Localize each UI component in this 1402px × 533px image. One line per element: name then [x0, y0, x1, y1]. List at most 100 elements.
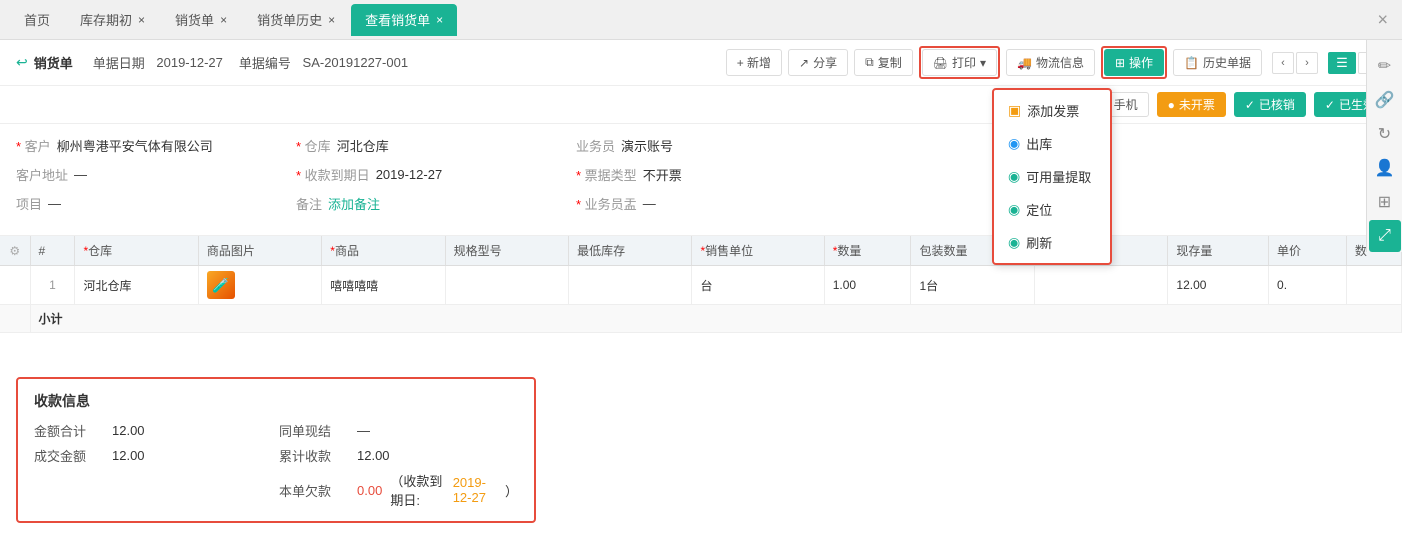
th-warehouse: *仓库 [75, 236, 198, 266]
main-area: ↩ 销货单 单据日期 2019-12-27 单据编号 SA-20191227-0… [0, 40, 1402, 533]
table-subtotal-row: 小计 [0, 305, 1402, 333]
ticket-value: 不开票 [643, 165, 682, 184]
tab-inventory[interactable]: 库存期初 × [66, 4, 159, 36]
td-num: 1 [30, 266, 75, 305]
confirmed-label: 已核销 [1259, 96, 1295, 113]
doc-number-label: 单据编号 SA-20191227-001 [239, 53, 408, 72]
user-icon[interactable]: 👤 [1369, 152, 1401, 184]
logistics-button[interactable]: 🚚 物流信息 [1006, 49, 1095, 76]
form-row-3: 项目 — 备注 添加备注 业务员盂 — [16, 194, 1386, 213]
print-dropdown-icon: ▾ [980, 56, 986, 70]
payment-owed-row: 本单欠款 0.00 （收款到期日: 2019-12-27 ） [279, 471, 518, 509]
dropdown-menu: ▣ 添加发票 ◉ 出库 ◉ 可用量提取 ◉ 定位 ◉ 刷新 [992, 88, 1112, 265]
remark-field: 备注 添加备注 [296, 194, 556, 213]
payment-grid: 金额合计 12.00 成交金额 12.00 同单现结 — 累计收款 [34, 421, 518, 509]
payment-same-order-label: 同单现结 [279, 421, 349, 440]
td-product: 嘻嘻嘻嘻 [322, 266, 445, 305]
new-button-label: + 新增 [737, 54, 771, 71]
tab-sales-order-close[interactable]: × [220, 13, 227, 27]
ops-button-label: 操作 [1129, 54, 1153, 71]
share-button[interactable]: ↗ 分享 [788, 49, 848, 76]
not-open-button[interactable]: ● 未开票 [1157, 92, 1226, 117]
tab-sales-history[interactable]: 销货单历史 × [243, 4, 349, 36]
payment-total-row: 金额合计 12.00 [34, 421, 273, 440]
payment-date-field: 收款到期日 2019-12-27 [296, 165, 556, 184]
sub-toolbar: 📱 来自手机 ● 未开票 ✓ 已核销 ✓ 已生效 [0, 86, 1402, 124]
project-value: — [48, 196, 61, 211]
dropdown-out-warehouse[interactable]: ◉ 出库 [994, 127, 1110, 160]
ops-button[interactable]: ⊞ 操作 [1104, 49, 1164, 76]
link-icon[interactable]: 🔗 [1369, 84, 1401, 116]
ops-btn-wrap: ⊞ 操作 [1101, 46, 1167, 79]
tab-view-sales[interactable]: 查看销货单 × [351, 4, 457, 36]
expand-icon[interactable]: ⤢ [1369, 220, 1401, 252]
share-icon: ↗ [799, 56, 809, 70]
address-label: 客户地址 [16, 165, 68, 184]
new-button[interactable]: + 新增 [726, 49, 782, 76]
window-close-icon[interactable]: × [1377, 9, 1388, 30]
project-label: 项目 [16, 194, 42, 213]
td-min-stock [569, 266, 692, 305]
payment-owed-note: （收款到期日: [390, 471, 444, 509]
dropdown-refresh[interactable]: ◉ 刷新 [994, 226, 1110, 259]
logistics-icon: 🚚 [1017, 56, 1032, 70]
out-warehouse-icon: ◉ [1008, 135, 1020, 152]
tab-inventory-close[interactable]: × [138, 13, 145, 27]
history-button[interactable]: 📋 历史单据 [1173, 49, 1262, 76]
doc-date-value: 2019-12-27 [156, 55, 223, 70]
staff2-field: 业务员盂 — [576, 194, 836, 213]
th-product-img: 商品图片 [198, 236, 321, 266]
td-gear [0, 266, 30, 305]
remark-label: 备注 [296, 194, 322, 213]
print-btn-highlight: 🖨 打印 ▾ [919, 46, 1000, 79]
dropdown-locate[interactable]: ◉ 定位 [994, 193, 1110, 226]
prev-arrow[interactable]: ‹ [1272, 52, 1294, 74]
th-num: # [30, 236, 75, 266]
product-image: 🧪 [207, 271, 235, 299]
tab-sales-history-close[interactable]: × [328, 13, 335, 27]
th-model: 规格型号 [445, 236, 568, 266]
nav-arrows: ‹ › [1272, 52, 1318, 74]
td-subtotal-gear [0, 305, 30, 333]
print-button-label: 打印 [952, 54, 976, 71]
form-row-2: 客户地址 — 收款到期日 2019-12-27 票据类型 不开票 [16, 165, 1386, 184]
td-more [1346, 266, 1401, 305]
doc-title: 销货单 [34, 53, 73, 72]
form-row-1: 客户 柳州粤港平安气体有限公司 仓库 河北仓库 业务员 演示账号 [16, 136, 1386, 155]
locate-icon: ◉ [1008, 201, 1020, 218]
confirmed-button[interactable]: ✓ 已核销 [1234, 92, 1306, 117]
table-icon[interactable]: ⊞ [1369, 186, 1401, 218]
tab-view-sales-close[interactable]: × [436, 13, 443, 27]
project-field: 项目 — [16, 194, 276, 213]
rotate-icon[interactable]: ↻ [1369, 118, 1401, 150]
add-invoice-icon: ▣ [1008, 102, 1021, 119]
th-sales-unit: *销售单位 [692, 236, 824, 266]
tab-home[interactable]: 首页 [10, 4, 64, 36]
ops-icon: ⊞ [1115, 56, 1125, 70]
print-button[interactable]: 🖨 打印 ▾ [922, 49, 997, 76]
copy-button[interactable]: ⧉ 复制 [854, 49, 913, 76]
remark-add-link[interactable]: 添加备注 [328, 194, 380, 213]
dropdown-available-qty[interactable]: ◉ 可用量提取 [994, 160, 1110, 193]
add-invoice-label: 添加发票 [1027, 101, 1079, 120]
td-model [445, 266, 568, 305]
next-arrow[interactable]: › [1296, 52, 1318, 74]
staff-field: 业务员 演示账号 [576, 136, 836, 155]
payment-cumulative-row: 累计收款 12.00 [279, 446, 518, 465]
doc-number-value: SA-20191227-001 [303, 55, 409, 70]
edit-icon[interactable]: ✏ [1369, 50, 1401, 82]
tab-sales-order[interactable]: 销货单 × [161, 4, 241, 36]
available-qty-label: 可用量提取 [1026, 167, 1091, 186]
payment-transaction-row: 成交金额 12.00 [34, 446, 273, 465]
payment-right-col: 同单现结 — 累计收款 12.00 本单欠款 0.00 （收款到期日: 2019… [279, 421, 518, 509]
form-area: 客户 柳州粤港平安气体有限公司 仓库 河北仓库 业务员 演示账号 客户地址 — [0, 124, 1402, 235]
th-quantity: *数量 [824, 236, 911, 266]
staff-value: 演示账号 [621, 136, 673, 155]
list-view-icon[interactable]: ☰ [1328, 52, 1356, 74]
ticket-label: 票据类型 [576, 165, 637, 184]
payment-owed-date: 2019-12-27 [453, 475, 497, 505]
th-current-stock: 现存量 [1168, 236, 1269, 266]
payment-total-label: 金额合计 [34, 421, 104, 440]
address-field: 客户地址 — [16, 165, 276, 184]
dropdown-add-invoice[interactable]: ▣ 添加发票 [994, 94, 1110, 127]
